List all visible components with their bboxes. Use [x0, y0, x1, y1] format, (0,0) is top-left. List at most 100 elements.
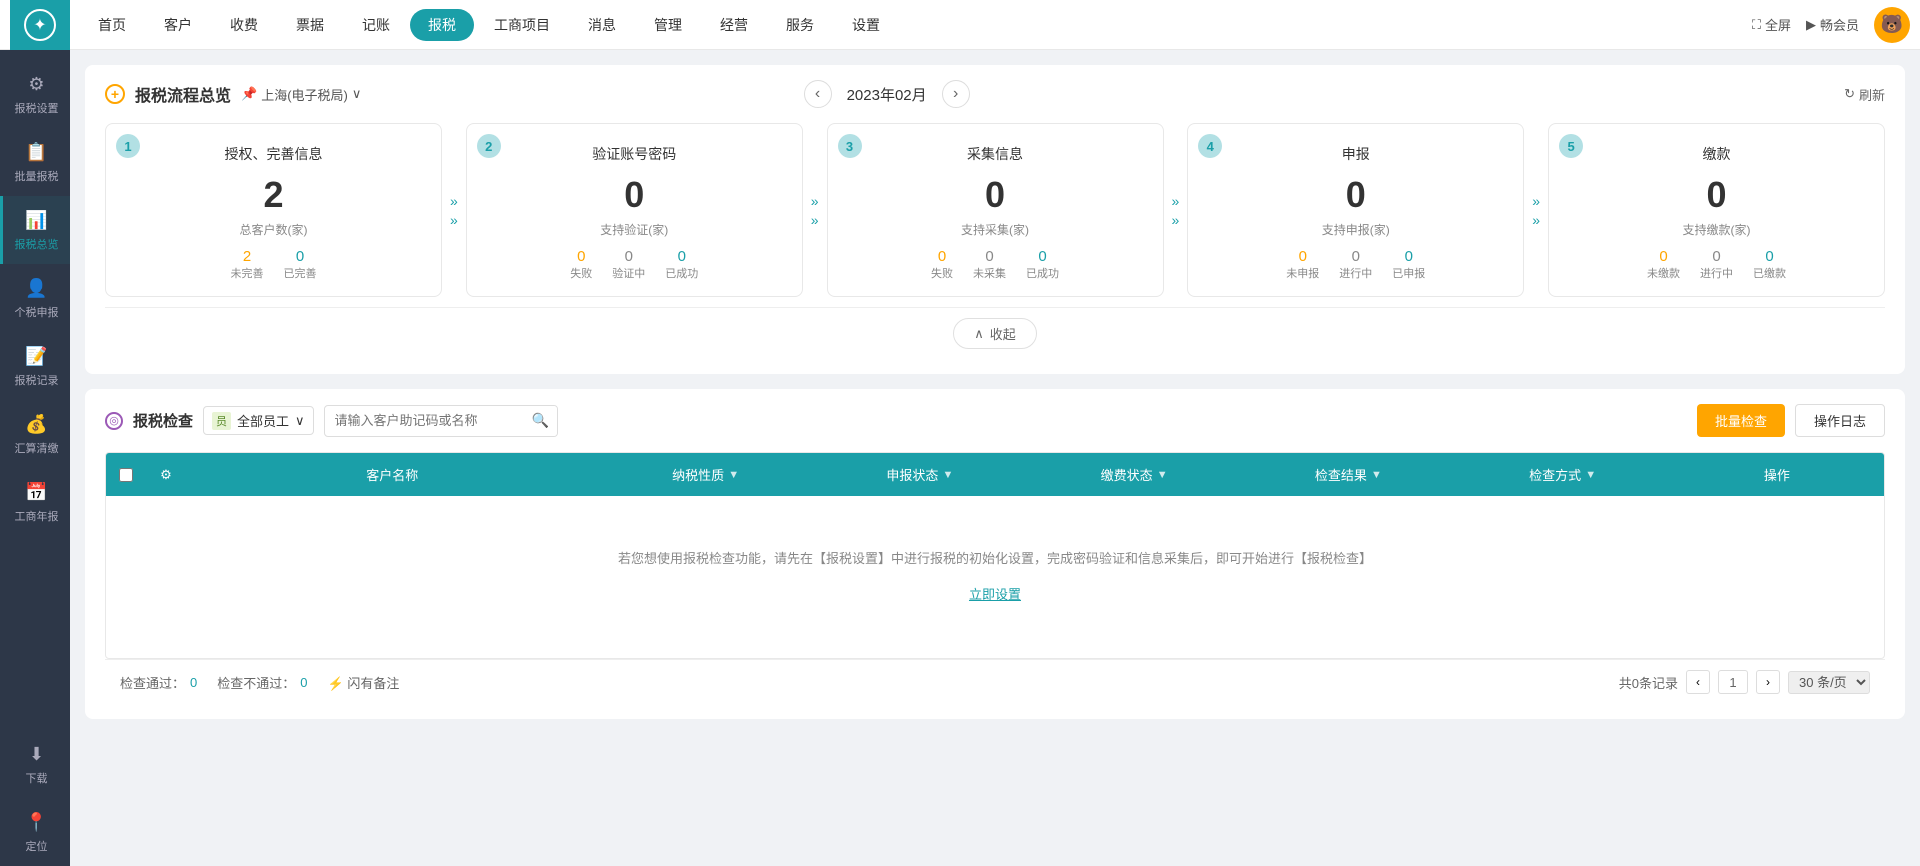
setup-link[interactable]: 立即设置: [969, 587, 1021, 602]
batch-check-button[interactable]: 批量检查: [1697, 404, 1785, 437]
filter-icon-1[interactable]: ▼: [728, 469, 739, 481]
step-count-2: 0: [482, 174, 787, 216]
settings-icon[interactable]: ⚙: [160, 467, 172, 483]
per-page-select[interactable]: 30 条/页: [1788, 671, 1870, 694]
tax-settings-icon: ⚙: [25, 72, 49, 96]
sidebar-item-download[interactable]: ⬇ 下载: [0, 730, 70, 798]
select-all-checkbox[interactable]: [119, 468, 133, 482]
mascot-avatar[interactable]: 🐻: [1874, 7, 1910, 43]
nav-tax[interactable]: 报税: [410, 9, 474, 41]
stat-paid-5-label: 已缴款: [1753, 265, 1786, 281]
search-box: 🔍: [324, 405, 558, 437]
collapse-button[interactable]: ∧ 收起: [953, 318, 1037, 349]
sidebar-item-tax-overview[interactable]: 📊 报税总览: [0, 196, 70, 264]
stat-success-2[interactable]: 0 已成功: [665, 248, 698, 281]
step-card-4: 4 申报 0 支持申报(家) 0 未申报 0 进行中: [1187, 123, 1524, 297]
search-input[interactable]: [325, 408, 525, 433]
nav-invoice[interactable]: 票据: [278, 9, 342, 41]
process-card-header: + 报税流程总览 📌 上海(电子税局) ∨ ‹ 2023年02月 › ↻ 刷新: [105, 80, 1885, 108]
step-count-4: 0: [1203, 174, 1508, 216]
prev-page-button[interactable]: ‹: [1686, 670, 1710, 694]
nav-right: ⛶ 全屏 ▶ 畅会员 🐻: [1752, 7, 1910, 43]
th-declare-status: 申报状态 ▼: [813, 453, 1027, 496]
fail-label: 检查不通过：: [217, 673, 295, 692]
sidebar-item-annual-settlement[interactable]: 💰 汇算清缴: [0, 400, 70, 468]
stat-declared-4-label: 已申报: [1392, 265, 1425, 281]
member-button[interactable]: ▶ 畅会员: [1806, 15, 1859, 34]
fullscreen-button[interactable]: ⛶ 全屏: [1752, 15, 1791, 34]
prev-month-button[interactable]: ‹: [804, 80, 832, 108]
stat-verifying-2[interactable]: 0 验证中: [612, 248, 645, 281]
step-card-3: 3 采集信息 0 支持采集(家) 0 失败 0 未采集: [827, 123, 1164, 297]
process-card-title: 报税流程总览: [135, 82, 231, 106]
stat-inprogress-4-label: 进行中: [1339, 265, 1372, 281]
total-records: 共0条记录: [1619, 673, 1678, 692]
sidebar-item-tax-records[interactable]: 📝 报税记录: [0, 332, 70, 400]
search-button[interactable]: 🔍: [525, 406, 557, 436]
nav-customer[interactable]: 客户: [146, 9, 210, 41]
nav-business[interactable]: 工商项目: [476, 9, 568, 41]
step-title-1: 授权、完善信息: [121, 144, 426, 164]
stat-paid-5[interactable]: 0 已缴款: [1753, 248, 1786, 281]
stat-uncollected-3-num: 0: [973, 248, 1006, 265]
filter-icon-3[interactable]: ▼: [1157, 469, 1168, 481]
stat-unpaid-5[interactable]: 0 未缴款: [1647, 248, 1680, 281]
nav-message[interactable]: 消息: [570, 9, 634, 41]
stat-uncollected-3[interactable]: 0 未采集: [973, 248, 1006, 281]
th-checkbox: [106, 453, 146, 496]
next-page-button[interactable]: ›: [1756, 670, 1780, 694]
current-month: 2023年02月: [847, 84, 927, 105]
stat-paying-5[interactable]: 0 进行中: [1700, 248, 1733, 281]
operation-log-button[interactable]: 操作日志: [1795, 404, 1885, 437]
filter-icon-4[interactable]: ▼: [1371, 469, 1382, 481]
stat-success-3[interactable]: 0 已成功: [1026, 248, 1059, 281]
step-count-5: 0: [1564, 174, 1869, 216]
stat-undeclared-4-num: 0: [1286, 248, 1319, 265]
step-number-2: 2: [477, 134, 501, 158]
staff-selector[interactable]: 员 全部员工 ∨: [203, 406, 314, 435]
check-icon: ◎: [105, 412, 123, 430]
table-header: ⚙ 客户名称 纳税性质 ▼ 申报状态 ▼ 缴费状态 ▼: [106, 453, 1884, 496]
sidebar-label-location: 定位: [26, 838, 48, 854]
step-stats-4: 0 未申报 0 进行中 0 已申报: [1203, 248, 1508, 281]
step-card-1: 1 授权、完善信息 2 总客户数(家) 2 未完善 0 已完善: [105, 123, 442, 297]
table-empty-state: 若您想使用报税检查功能，请先在【报税设置】中进行报税的初始化设置，完成密码验证和…: [106, 496, 1884, 658]
stat-incomplete[interactable]: 2 未完善: [230, 248, 263, 281]
sidebar-item-tax-settings[interactable]: ⚙ 报税设置: [0, 60, 70, 128]
stat-fail-3[interactable]: 0 失败: [931, 248, 953, 281]
refresh-button[interactable]: ↻ 刷新: [1844, 85, 1885, 104]
nav-service[interactable]: 服务: [768, 9, 832, 41]
nav-operation[interactable]: 经营: [702, 9, 766, 41]
stat-fail-2-label: 失败: [570, 265, 592, 281]
stat-inprogress-4[interactable]: 0 进行中: [1339, 248, 1372, 281]
stat-complete[interactable]: 0 已完善: [283, 248, 316, 281]
filter-icon-2[interactable]: ▼: [942, 469, 953, 481]
nav-management[interactable]: 管理: [636, 9, 700, 41]
sidebar-item-annual-report[interactable]: 📅 工商年报: [0, 468, 70, 536]
nav-bookkeeping[interactable]: 记账: [344, 9, 408, 41]
stat-undeclared-4[interactable]: 0 未申报: [1286, 248, 1319, 281]
step-subtitle-3: 支持采集(家): [843, 221, 1148, 238]
tax-check-card: ◎ 报税检查 员 全部员工 ∨ 🔍 批量检查 操作日志: [85, 389, 1905, 719]
stat-fail-2[interactable]: 0 失败: [570, 248, 592, 281]
check-card-header: ◎ 报税检查 员 全部员工 ∨ 🔍 批量检查 操作日志: [105, 404, 1885, 437]
stat-incomplete-num: 2: [230, 248, 263, 265]
nav-settings[interactable]: 设置: [834, 9, 898, 41]
fullscreen-label: 全屏: [1765, 15, 1791, 34]
sidebar-item-personal-tax[interactable]: 👤 个税申报: [0, 264, 70, 332]
pass-count-link[interactable]: 0: [190, 675, 197, 690]
nav-home[interactable]: 首页: [80, 9, 144, 41]
month-navigation: ‹ 2023年02月 ›: [804, 80, 970, 108]
stat-complete-num: 0: [283, 248, 316, 265]
step-stats-5: 0 未缴款 0 进行中 0 已缴款: [1564, 248, 1869, 281]
step-subtitle-5: 支持缴款(家): [1564, 221, 1869, 238]
stat-declared-4[interactable]: 0 已申报: [1392, 248, 1425, 281]
filter-icon-5[interactable]: ▼: [1585, 469, 1596, 481]
sidebar-item-location[interactable]: 📍 定位: [0, 798, 70, 866]
location-selector[interactable]: 📌 上海(电子税局) ∨: [241, 85, 361, 104]
fail-count-link[interactable]: 0: [300, 675, 307, 690]
th-settings: ⚙: [146, 453, 186, 496]
sidebar-item-batch-tax[interactable]: 📋 批量报税: [0, 128, 70, 196]
next-month-button[interactable]: ›: [942, 80, 970, 108]
nav-fee[interactable]: 收费: [212, 9, 276, 41]
